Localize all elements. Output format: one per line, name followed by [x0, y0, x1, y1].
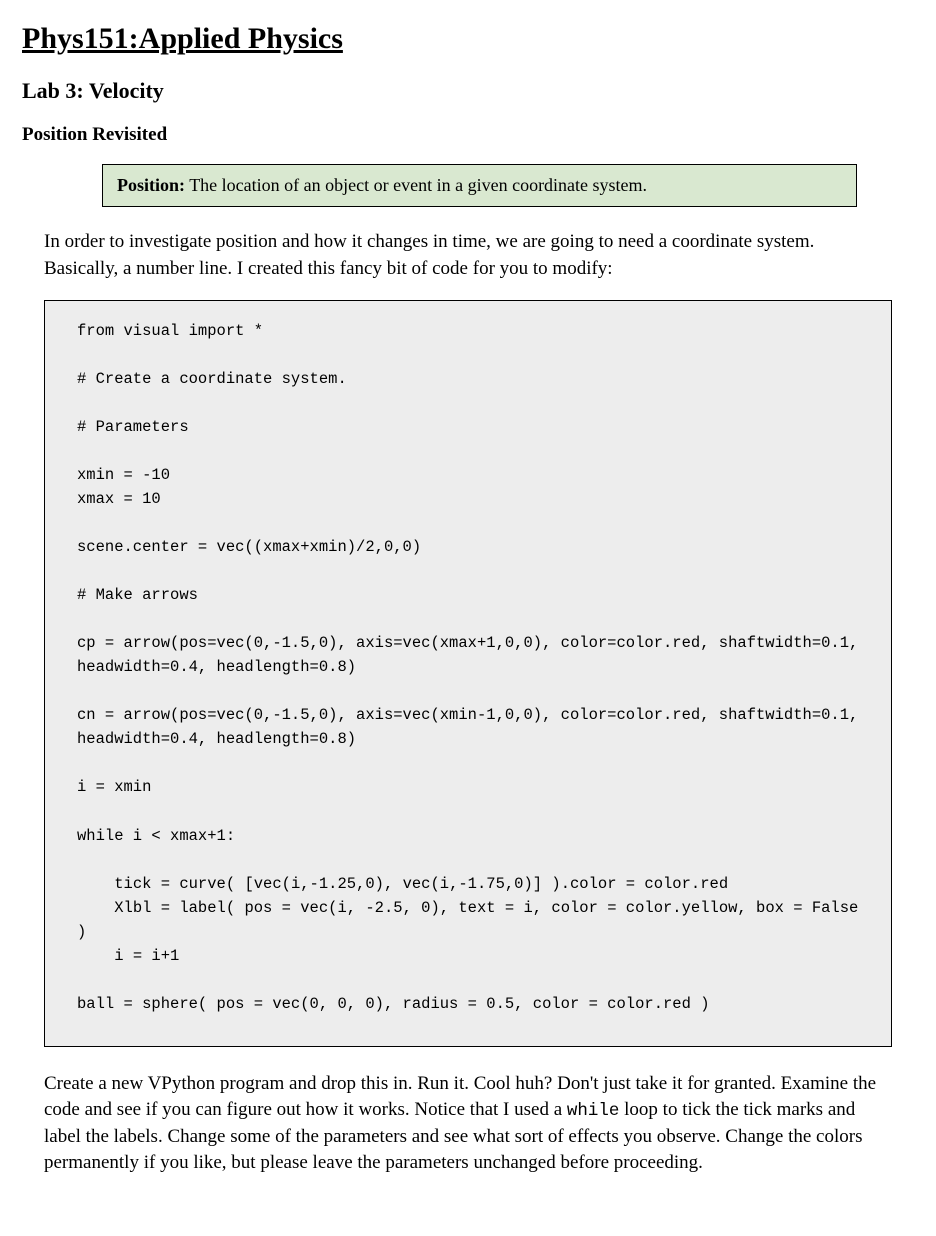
code-block: from visual import * # Create a coordina…	[44, 300, 892, 1046]
section-title: Position Revisited	[22, 124, 914, 146]
definition-term: Position:	[117, 175, 185, 195]
closing-paragraph: Create a new VPython program and drop th…	[44, 1071, 892, 1177]
intro-paragraph: In order to investigate position and how…	[44, 229, 892, 282]
definition-text: The location of an object or event in a …	[185, 175, 647, 195]
lab-title: Lab 3: Velocity	[22, 78, 914, 104]
course-title: Phys151:Applied Physics	[22, 22, 914, 56]
definition-box: Position: The location of an object or e…	[102, 164, 857, 207]
inline-code-while: while	[567, 1101, 620, 1121]
definition-box-container: Position: The location of an object or e…	[102, 164, 857, 207]
